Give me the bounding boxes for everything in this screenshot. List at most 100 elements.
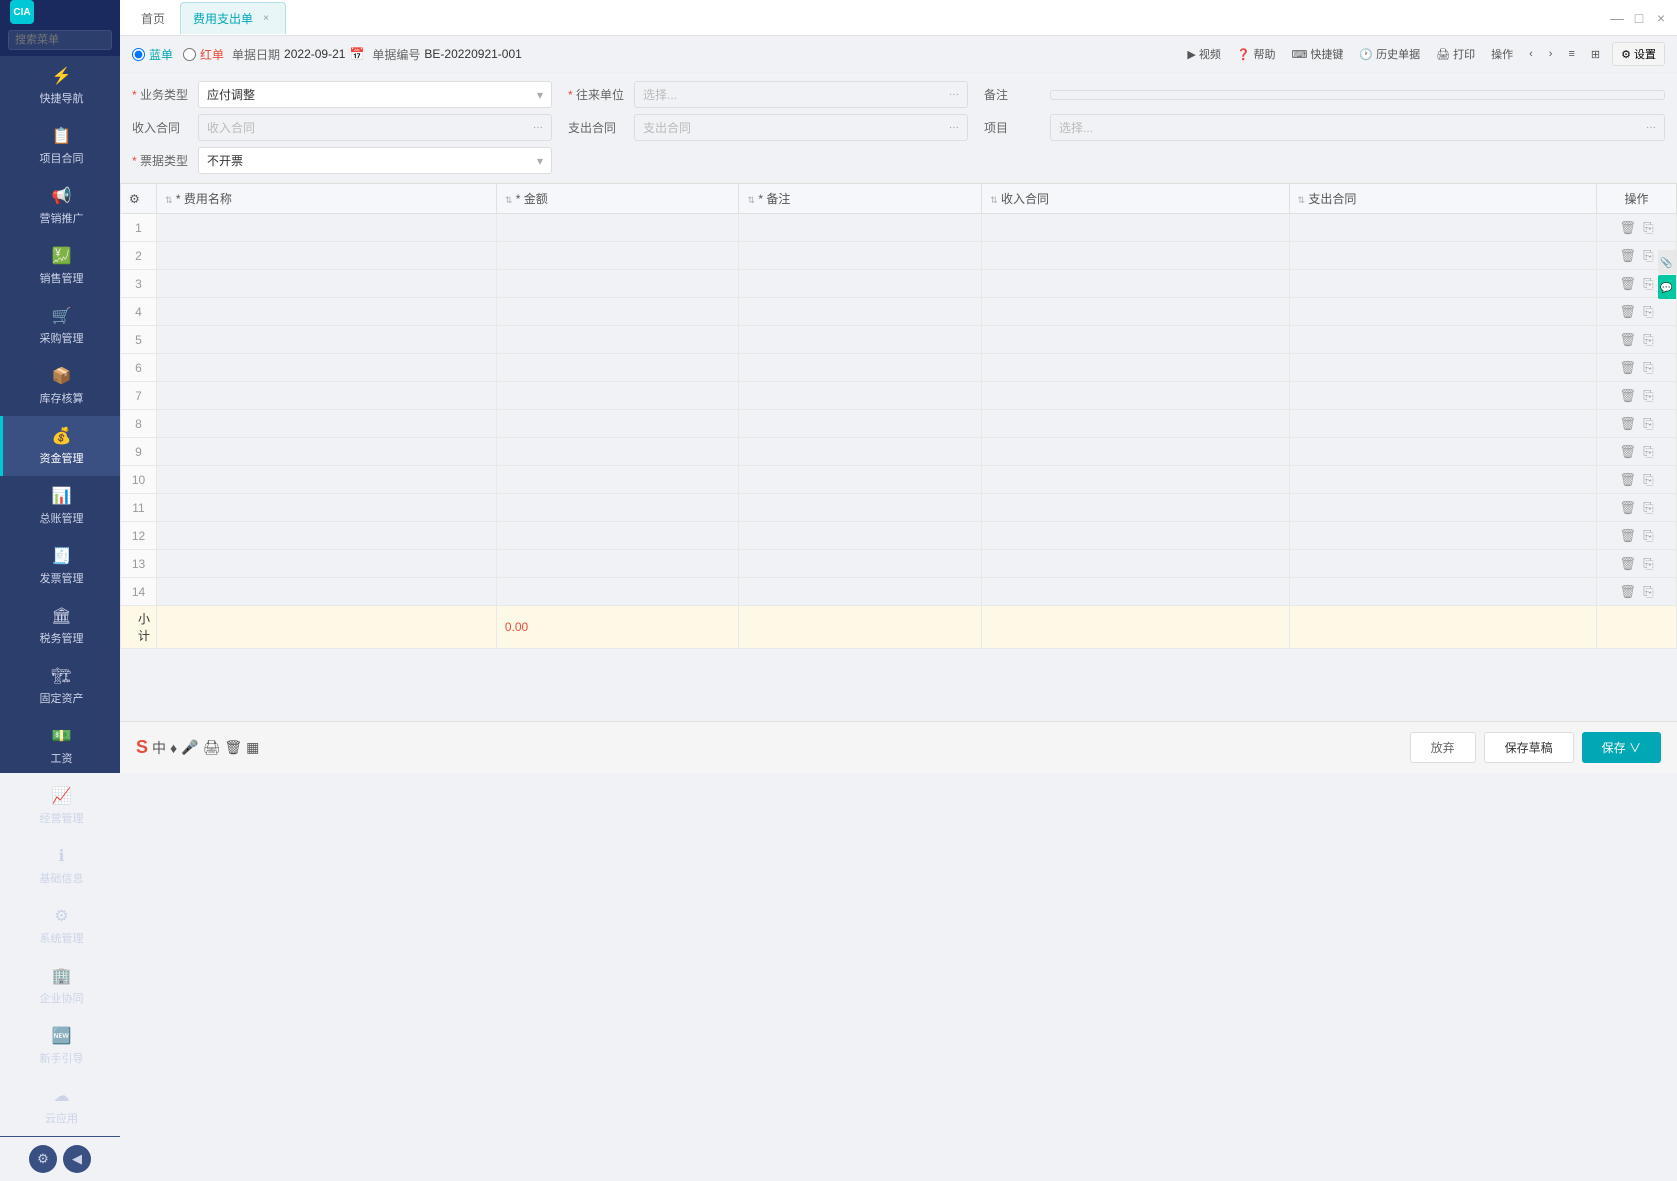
income-contract-cell-1[interactable] — [982, 214, 1289, 242]
remark-cell-13[interactable] — [739, 550, 982, 578]
copy-icon-1[interactable]: ⎘ — [1643, 220, 1653, 236]
sidebar-item-quick-nav[interactable]: ⚡ 快捷导航 — [0, 56, 120, 116]
attach-icon[interactable]: 📎 — [1658, 250, 1676, 274]
remark-cell-11[interactable] — [739, 494, 982, 522]
delete-icon-11[interactable]: 🗑 — [1619, 500, 1636, 516]
amount-cell-1[interactable] — [496, 214, 739, 242]
expense-name-cell-3[interactable] — [157, 270, 497, 298]
sort-icon-1[interactable]: ⇅ — [165, 195, 173, 205]
save-draft-button[interactable]: 保存草稿 — [1484, 732, 1574, 763]
amount-cell-3[interactable] — [496, 270, 739, 298]
settings-icon[interactable]: ⚙ — [29, 1145, 57, 1173]
sidebar-item-system-mgmt[interactable]: ⚙ 系统管理 — [0, 896, 120, 956]
copy-icon-10[interactable]: ⎘ — [1643, 472, 1653, 488]
copy-icon-14[interactable]: ⎘ — [1643, 584, 1653, 600]
settings-btn[interactable]: ⚙ 设置 — [1612, 42, 1665, 66]
copy-icon-3[interactable]: ⎘ — [1643, 276, 1653, 292]
sidebar-item-operations[interactable]: 📈 经营管理 — [0, 776, 120, 836]
remark-cell-14[interactable] — [739, 578, 982, 606]
income-contract-input[interactable]: 收入合同 ··· — [198, 114, 552, 141]
remark-cell-6[interactable] — [739, 354, 982, 382]
expense-contract-cell-7[interactable] — [1289, 382, 1596, 410]
radio-blue[interactable]: 蓝单 — [132, 46, 173, 63]
expense-contract-ellipsis[interactable]: ··· — [949, 122, 959, 133]
remark-cell-8[interactable] — [739, 410, 982, 438]
income-contract-cell-2[interactable] — [982, 242, 1289, 270]
remark-cell-5[interactable] — [739, 326, 982, 354]
expense-contract-cell-10[interactable] — [1289, 466, 1596, 494]
expense-name-cell-1[interactable] — [157, 214, 497, 242]
expense-name-cell-13[interactable] — [157, 550, 497, 578]
income-contract-cell-9[interactable] — [982, 438, 1289, 466]
income-contract-ellipsis[interactable]: ··· — [533, 122, 543, 133]
delete-icon-4[interactable]: 🗑 — [1619, 304, 1636, 320]
expense-contract-cell-3[interactable] — [1289, 270, 1596, 298]
copy-icon-2[interactable]: ⎘ — [1643, 248, 1653, 264]
remark-cell-12[interactable] — [739, 522, 982, 550]
sidebar-item-new-guide[interactable]: 🆕 新手引导 — [0, 1016, 120, 1076]
maximize-btn[interactable]: □ — [1631, 10, 1647, 26]
video-btn[interactable]: ▶ 视频 — [1183, 44, 1224, 64]
expense-name-cell-8[interactable] — [157, 410, 497, 438]
expense-name-cell-5[interactable] — [157, 326, 497, 354]
copy-icon-9[interactable]: ⎘ — [1643, 444, 1653, 460]
next-btn[interactable]: › — [1545, 46, 1557, 62]
ops-btn[interactable]: 操作 — [1487, 44, 1517, 64]
amount-cell-7[interactable] — [496, 382, 739, 410]
delete-icon-6[interactable]: 🗑 — [1619, 360, 1636, 376]
amount-cell-13[interactable] — [496, 550, 739, 578]
expense-name-cell-7[interactable] — [157, 382, 497, 410]
sidebar-item-purchase-mgmt[interactable]: 🛒 采购管理 — [0, 296, 120, 356]
sidebar-item-fixed-assets[interactable]: 🏗 固定资产 — [0, 656, 120, 716]
search-input[interactable] — [8, 30, 112, 50]
expense-contract-cell-12[interactable] — [1289, 522, 1596, 550]
expense-contract-cell-8[interactable] — [1289, 410, 1596, 438]
discard-button[interactable]: 放弃 — [1410, 732, 1476, 763]
prev-btn[interactable]: ‹ — [1525, 46, 1537, 62]
shortcut-btn[interactable]: ⌨ 快捷键 — [1288, 44, 1348, 64]
copy-icon-7[interactable]: ⎘ — [1643, 388, 1653, 404]
copy-icon-5[interactable]: ⎘ — [1643, 332, 1653, 348]
expense-name-cell-12[interactable] — [157, 522, 497, 550]
copy-icon-4[interactable]: ⎘ — [1643, 304, 1653, 320]
remark-cell-3[interactable] — [739, 270, 982, 298]
remark-cell-2[interactable] — [739, 242, 982, 270]
counterpart-ellipsis[interactable]: ··· — [949, 89, 959, 100]
delete-icon-2[interactable]: 🗑 — [1619, 248, 1636, 264]
amount-cell-8[interactable] — [496, 410, 739, 438]
remark-cell-9[interactable] — [739, 438, 982, 466]
income-contract-cell-11[interactable] — [982, 494, 1289, 522]
expense-contract-cell-13[interactable] — [1289, 550, 1596, 578]
income-contract-cell-13[interactable] — [982, 550, 1289, 578]
project-input[interactable]: 选择... ··· — [1050, 114, 1665, 141]
sort-icon-2[interactable]: ⇅ — [505, 195, 513, 205]
tab-close-icon[interactable]: × — [259, 11, 273, 25]
green-attach-icon[interactable]: 💬 — [1658, 275, 1676, 299]
delete-icon-7[interactable]: 🗑 — [1619, 388, 1636, 404]
project-ellipsis[interactable]: ··· — [1646, 122, 1656, 133]
income-contract-cell-7[interactable] — [982, 382, 1289, 410]
expense-name-cell-2[interactable] — [157, 242, 497, 270]
expense-name-cell-4[interactable] — [157, 298, 497, 326]
remark-input[interactable] — [1050, 90, 1665, 100]
sidebar-item-invoice-mgmt[interactable]: 🧾 发票管理 — [0, 536, 120, 596]
expense-name-cell-6[interactable] — [157, 354, 497, 382]
biz-type-select[interactable]: 应付调整 ▾ — [198, 81, 552, 108]
expense-contract-cell-6[interactable] — [1289, 354, 1596, 382]
sidebar-item-salary[interactable]: 💵 工资 — [0, 716, 120, 776]
expense-contract-cell-4[interactable] — [1289, 298, 1596, 326]
delete-icon-9[interactable]: 🗑 — [1619, 444, 1636, 460]
calendar-icon[interactable]: 📅 — [349, 47, 364, 61]
tab-home[interactable]: 首页 — [128, 2, 178, 34]
amount-cell-12[interactable] — [496, 522, 739, 550]
radio-red[interactable]: 红单 — [183, 46, 224, 63]
history-btn[interactable]: 🕐 历史单据 — [1355, 44, 1424, 64]
delete-icon-5[interactable]: 🗑 — [1619, 332, 1636, 348]
expense-contract-input[interactable]: 支出合同 ··· — [634, 114, 968, 141]
delete-icon-10[interactable]: 🗑 — [1619, 472, 1636, 488]
amount-cell-10[interactable] — [496, 466, 739, 494]
sidebar-item-inventory[interactable]: 📦 库存核算 — [0, 356, 120, 416]
delete-icon-8[interactable]: 🗑 — [1619, 416, 1636, 432]
remark-cell-1[interactable] — [739, 214, 982, 242]
sidebar-item-sales-mgmt[interactable]: 💹 销售管理 — [0, 236, 120, 296]
